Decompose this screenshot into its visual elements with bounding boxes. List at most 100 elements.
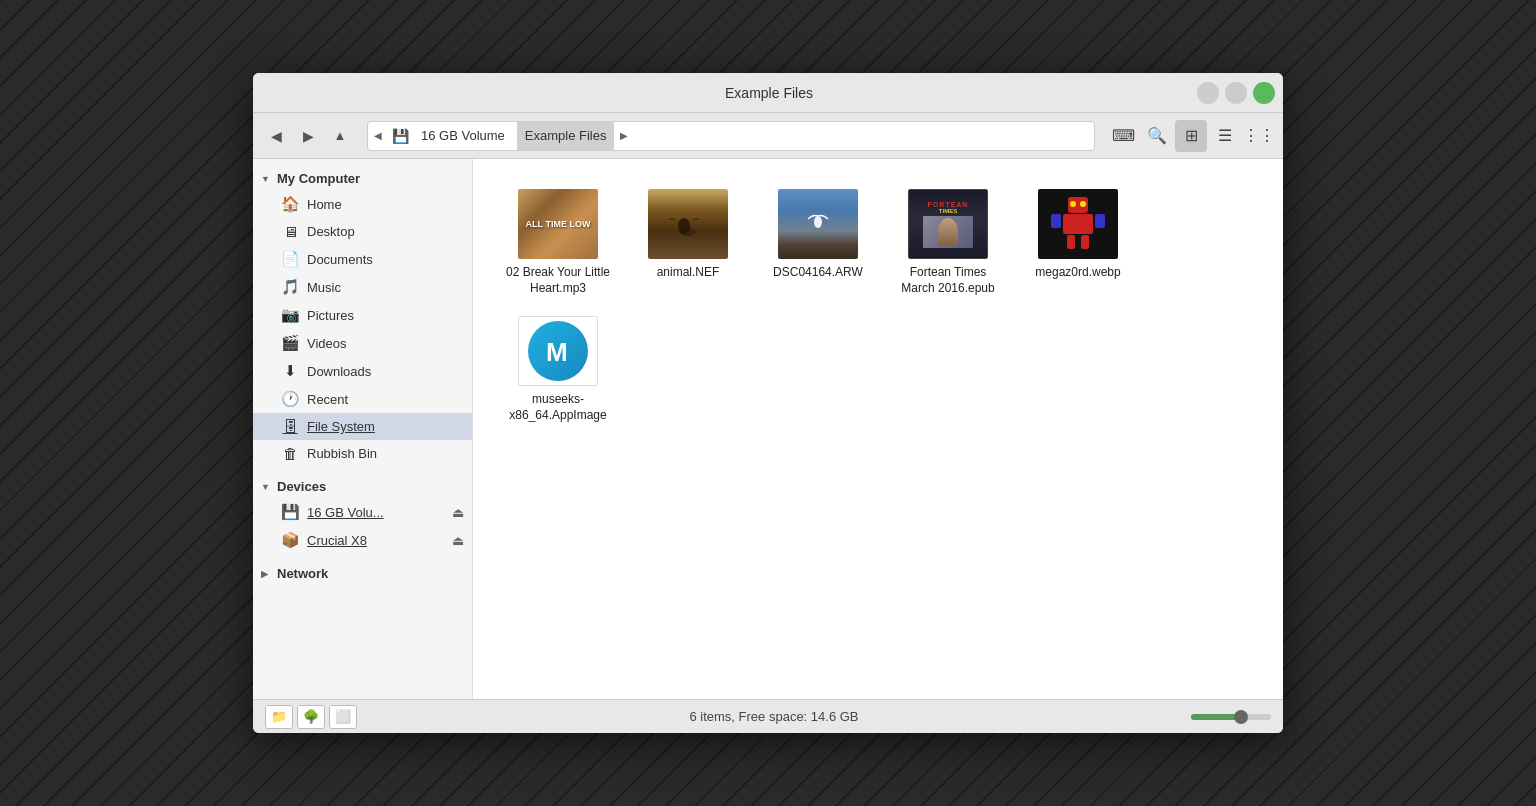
sidebar-item-recent[interactable]: 🕐 Recent [253,385,472,413]
file-manager-window: Example Files — ▢ ✕ ◀ ▶ ▲ ◀ 💾 16 GB Volu… [253,73,1283,733]
my-computer-label: My Computer [277,171,360,186]
file-item-arw[interactable]: DSC04164.ARW [753,179,883,306]
home-icon: 🏠 [281,195,299,213]
sidebar-item-documents-label: Documents [307,252,373,267]
view-icons-button[interactable]: ⊞ [1175,120,1207,152]
status-btn-tree[interactable]: 🌳 [297,705,325,729]
crucial-icon: 📦 [281,531,299,549]
file-thumb-appimage: M [518,316,598,386]
window-controls: — ▢ ✕ [1197,82,1275,104]
view-columns-button[interactable]: ⋮⋮ [1243,120,1275,152]
toolbar: ◀ ▶ ▲ ◀ 💾 16 GB Volume Example Files ▶ ⌨… [253,113,1283,159]
sidebar-item-videos-label: Videos [307,336,347,351]
search-button[interactable]: 🔍 [1141,120,1173,152]
volume-eject-button[interactable]: ⏏ [452,505,464,520]
nav-buttons: ◀ ▶ ▲ [261,121,355,151]
file-thumb-arw [778,189,858,259]
documents-icon: 📄 [281,250,299,268]
path-segment-volume[interactable]: 16 GB Volume [413,128,513,143]
back-button[interactable]: ◀ [261,121,291,151]
recent-icon: 🕐 [281,390,299,408]
toolbar-actions: ⌨ 🔍 ⊞ ☰ ⋮⋮ [1107,120,1275,152]
file-item-epub[interactable]: FORTEAN TIMES Fortean Times March 2016.e… [883,179,1013,306]
sidebar-item-music[interactable]: 🎵 Music [253,273,472,301]
status-btn-preview[interactable]: ⬜ [329,705,357,729]
file-thumb-mp3: ALL TIME LOW [518,189,598,259]
pictures-icon: 📷 [281,306,299,324]
file-name-arw: DSC04164.ARW [773,265,863,281]
maximize-button[interactable]: ▢ [1225,82,1247,104]
devices-arrow: ▼ [261,482,273,492]
status-btn-icons[interactable]: 📁 [265,705,293,729]
sidebar-item-rubbish-bin-label: Rubbish Bin [307,446,377,461]
file-thumb-webp [1038,189,1118,259]
forward-button[interactable]: ▶ [293,121,323,151]
sidebar-section-my-computer[interactable]: ▼ My Computer [253,167,472,190]
downloads-icon: ⬇ [281,362,299,380]
sidebar-item-16gb-volume[interactable]: 💾 16 GB Volu... ⏏ [253,498,472,526]
sidebar-item-music-label: Music [307,280,341,295]
svg-point-5 [1070,201,1076,207]
path-prev-chevron[interactable]: ◀ [368,122,388,150]
network-label: Network [277,566,328,581]
filesystem-icon: 🗄 [281,418,299,435]
network-arrow: ▶ [261,569,273,579]
appimage-icon: M [528,321,588,381]
view-list-button[interactable]: ☰ [1209,120,1241,152]
svg-rect-8 [1051,214,1061,228]
sidebar-item-home[interactable]: 🏠 Home [253,190,472,218]
minimize-button[interactable]: — [1197,82,1219,104]
sidebar-section-network[interactable]: ▶ Network [253,562,472,585]
status-left-buttons: 📁 🌳 ⬜ [265,705,357,729]
sidebar-item-desktop[interactable]: 🖥 Desktop [253,218,472,245]
path-next-chevron[interactable]: ▶ [614,122,634,150]
close-button[interactable]: ✕ [1253,82,1275,104]
file-item-appimage[interactable]: M museeks-x86_64.AppImage [493,306,623,433]
zoom-control [1191,714,1271,720]
file-name-nef: animal.NEF [657,265,720,281]
statusbar: 📁 🌳 ⬜ 6 items, Free space: 14.6 GB [253,699,1283,733]
path-segment-example-files[interactable]: Example Files [517,122,615,150]
sidebar-item-videos[interactable]: 🎬 Videos [253,329,472,357]
sidebar-item-rubbish-bin[interactable]: 🗑 Rubbish Bin [253,440,472,467]
videos-icon: 🎬 [281,334,299,352]
zoom-handle[interactable] [1234,710,1248,724]
svg-point-6 [1080,201,1086,207]
file-area: ALL TIME LOW 02 Break Your Little Heart.… [473,159,1283,699]
crucial-name-label: Crucial X8 [307,533,367,548]
desktop-icon: 🖥 [281,223,299,240]
sidebar-item-filesystem-label: File System [307,419,375,434]
status-text: 6 items, Free space: 14.6 GB [357,709,1191,724]
file-item-webp[interactable]: megaz0rd.webp [1013,179,1143,306]
sidebar-item-downloads-label: Downloads [307,364,371,379]
file-name-appimage: museeks-x86_64.AppImage [503,392,613,423]
up-button[interactable]: ▲ [325,121,355,151]
file-name-mp3: 02 Break Your Little Heart.mp3 [503,265,613,296]
svg-text:M: M [546,337,568,367]
file-name-epub: Fortean Times March 2016.epub [893,265,1003,296]
zoom-slider[interactable] [1191,714,1271,720]
file-item-nef[interactable]: animal.NEF [623,179,753,306]
rubbish-bin-icon: 🗑 [281,445,299,462]
sidebar-item-pictures[interactable]: 📷 Pictures [253,301,472,329]
svg-point-3 [814,216,822,228]
terminal-button[interactable]: ⌨ [1107,120,1139,152]
sidebar-section-devices[interactable]: ▼ Devices [253,475,472,498]
svg-rect-11 [1081,235,1089,249]
sidebar: ▼ My Computer 🏠 Home 🖥 Desktop 📄 Documen… [253,159,473,699]
sidebar-item-crucial-x8[interactable]: 📦 Crucial X8 ⏏ [253,526,472,554]
file-item-mp3[interactable]: ALL TIME LOW 02 Break Your Little Heart.… [493,179,623,306]
svg-rect-10 [1067,235,1075,249]
svg-rect-7 [1063,214,1093,234]
svg-rect-9 [1095,214,1105,228]
sidebar-item-documents[interactable]: 📄 Documents [253,245,472,273]
my-computer-arrow: ▼ [261,174,273,184]
file-name-webp: megaz0rd.webp [1035,265,1120,281]
devices-label: Devices [277,479,326,494]
path-bar: ◀ 💾 16 GB Volume Example Files ▶ [367,121,1095,151]
crucial-eject-button[interactable]: ⏏ [452,533,464,548]
sidebar-item-filesystem[interactable]: 🗄 File System [253,413,472,440]
file-thumb-epub: FORTEAN TIMES [908,189,988,259]
sidebar-item-downloads[interactable]: ⬇ Downloads [253,357,472,385]
titlebar: Example Files — ▢ ✕ [253,73,1283,113]
